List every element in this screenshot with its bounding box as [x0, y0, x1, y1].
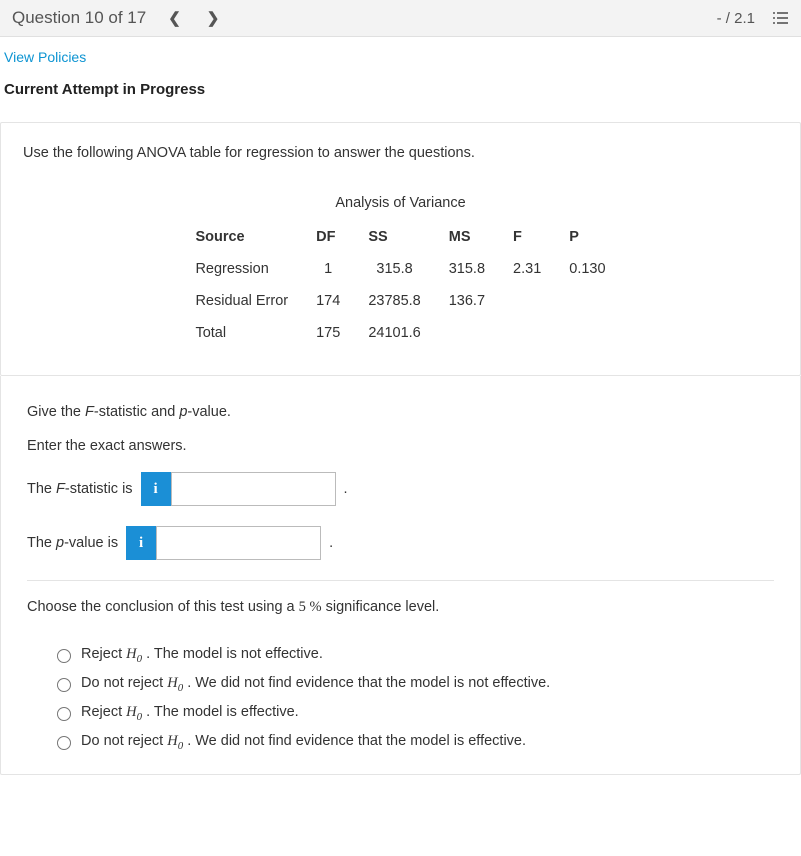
prompt-enter-exact: Enter the exact answers. — [27, 438, 774, 454]
option-row[interactable]: Do not reject H0 . We did not find evide… — [57, 733, 774, 752]
col-source: Source — [181, 221, 302, 253]
option-row[interactable]: Reject H0 . The model is effective. — [57, 704, 774, 723]
cell-df: 174 — [302, 285, 354, 317]
cell-df: 1 — [302, 253, 354, 285]
options-group: Reject H0 . The model is not effective. … — [27, 646, 774, 752]
f-italic: F — [56, 481, 65, 497]
panel1-instructions: Use the following ANOVA table for regres… — [23, 145, 778, 161]
cell-p: 0.130 — [555, 253, 619, 285]
table-row: Residual Error 174 23785.8 136.7 — [181, 285, 619, 317]
col-ms: MS — [435, 221, 499, 253]
text: significance level. — [322, 599, 440, 615]
period: . — [344, 481, 348, 497]
cell-ss: 23785.8 — [354, 285, 434, 317]
f-label: The F-statistic is — [27, 481, 133, 497]
question-panel-1: Use the following ANOVA table for regres… — [0, 122, 801, 376]
cell-p — [555, 317, 619, 349]
option-text: Reject H0 . The model is effective. — [81, 704, 299, 723]
anova-title: Analysis of Variance — [23, 195, 778, 211]
prompt-give: Give the F-statistic and p-value. — [27, 404, 774, 420]
text: Choose the conclusion of this test using… — [27, 599, 299, 615]
header-right: - / 2.1 — [717, 9, 789, 27]
view-policies-link[interactable]: View Policies — [4, 49, 86, 65]
table-row: Total 175 24101.6 — [181, 317, 619, 349]
option-radio-3[interactable] — [57, 707, 71, 721]
p-value-row: The p-value is i . — [27, 526, 774, 560]
conclusion-prompt: Choose the conclusion of this test using… — [27, 599, 774, 616]
attempt-title: Current Attempt in Progress — [4, 81, 797, 98]
content-top: View Policies Current Attempt in Progres… — [0, 37, 801, 108]
text: The — [27, 535, 56, 551]
cell-source: Residual Error — [181, 285, 302, 317]
list-menu-icon[interactable] — [771, 9, 789, 27]
cell-ss: 315.8 — [354, 253, 434, 285]
f-statistic-row: The F-statistic is i . — [27, 472, 774, 506]
table-row: Regression 1 315.8 315.8 2.31 0.130 — [181, 253, 619, 285]
cell-f — [499, 285, 555, 317]
p-value-input[interactable] — [156, 526, 321, 560]
header-left: Question 10 of 17 ❮ ❯ — [12, 8, 223, 28]
info-icon[interactable]: i — [141, 472, 171, 506]
cell-p — [555, 285, 619, 317]
f-italic: F — [85, 404, 94, 420]
question-counter: Question 10 of 17 — [12, 8, 146, 28]
cell-ms: 136.7 — [435, 285, 499, 317]
col-ss: SS — [354, 221, 434, 253]
col-p: P — [555, 221, 619, 253]
significance-level: 5 % — [299, 599, 322, 615]
col-df: DF — [302, 221, 354, 253]
p-italic: p — [56, 535, 64, 551]
period: . — [329, 535, 333, 551]
text: -statistic is — [65, 481, 133, 497]
score-display: - / 2.1 — [717, 10, 755, 27]
option-text: Reject H0 . The model is not effective. — [81, 646, 323, 665]
text: The — [27, 481, 56, 497]
question-header: Question 10 of 17 ❮ ❯ - / 2.1 — [0, 0, 801, 37]
divider — [27, 580, 774, 581]
cell-source: Total — [181, 317, 302, 349]
cell-ms: 315.8 — [435, 253, 499, 285]
cell-f — [499, 317, 555, 349]
cell-ss: 24101.6 — [354, 317, 434, 349]
f-statistic-input[interactable] — [171, 472, 336, 506]
text: -statistic and — [94, 404, 179, 420]
col-f: F — [499, 221, 555, 253]
text: Give the — [27, 404, 85, 420]
option-radio-2[interactable] — [57, 678, 71, 692]
text: -value is — [64, 535, 118, 551]
cell-source: Regression — [181, 253, 302, 285]
option-radio-1[interactable] — [57, 649, 71, 663]
anova-table: Source DF SS MS F P Regression 1 315.8 3… — [181, 221, 619, 349]
cell-ms — [435, 317, 499, 349]
option-text: Do not reject H0 . We did not find evide… — [81, 675, 550, 694]
text: -value. — [187, 404, 231, 420]
anova-wrap: Analysis of Variance Source DF SS MS F P… — [23, 195, 778, 349]
option-radio-4[interactable] — [57, 736, 71, 750]
cell-df: 175 — [302, 317, 354, 349]
option-text: Do not reject H0 . We did not find evide… — [81, 733, 526, 752]
table-header-row: Source DF SS MS F P — [181, 221, 619, 253]
option-row[interactable]: Do not reject H0 . We did not find evide… — [57, 675, 774, 694]
info-icon[interactable]: i — [126, 526, 156, 560]
option-row[interactable]: Reject H0 . The model is not effective. — [57, 646, 774, 665]
p-label: The p-value is — [27, 535, 118, 551]
next-question-button[interactable]: ❯ — [203, 9, 224, 27]
prev-question-button[interactable]: ❮ — [164, 9, 185, 27]
question-panel-2: Give the F-statistic and p-value. Enter … — [0, 376, 801, 775]
cell-f: 2.31 — [499, 253, 555, 285]
